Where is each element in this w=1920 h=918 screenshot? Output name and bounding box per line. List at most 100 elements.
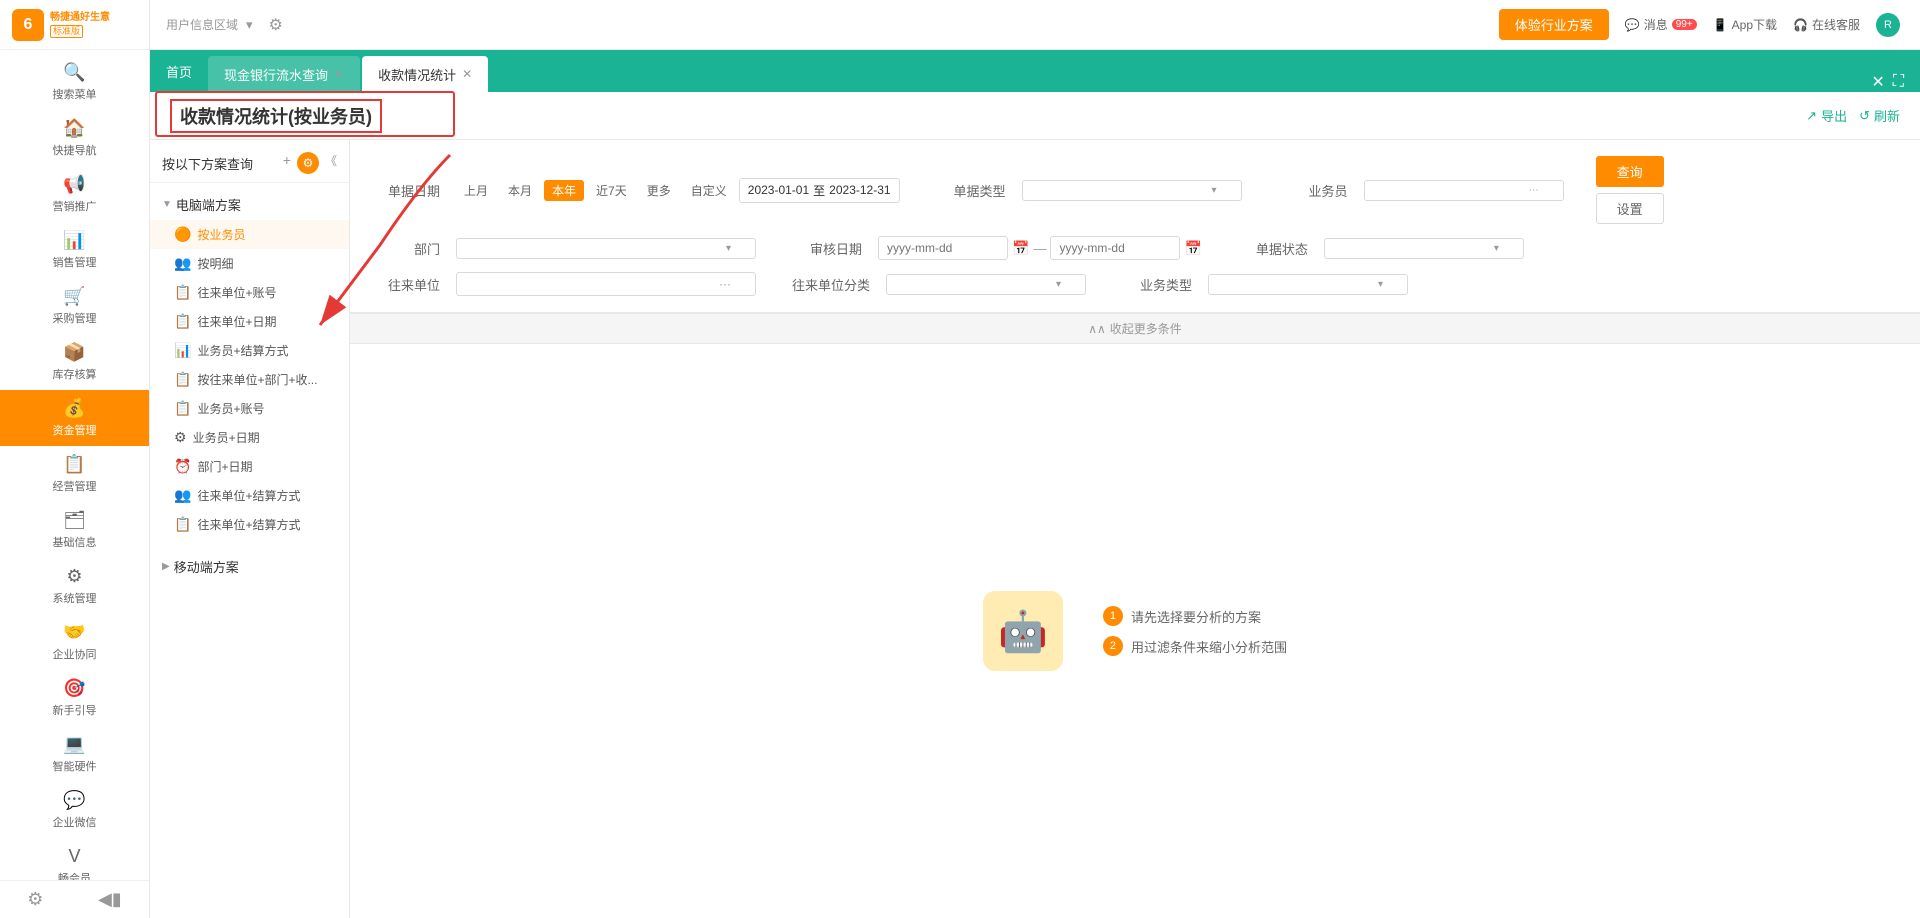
scheme-active-icon: 🟠 — [174, 226, 191, 243]
logo-area: 6 畅捷通好生意 标准版 — [0, 0, 149, 50]
scheme-dept-date[interactable]: ⏰ 部门+日期 — [150, 452, 349, 481]
mobile-section-label: 移动端方案 — [174, 557, 239, 576]
partner-label: 往来单位 — [370, 275, 440, 294]
sidebar-item-newguide[interactable]: 🎯 新手引导 — [0, 670, 149, 726]
online-service-btn[interactable]: 🎧 在线客服 — [1793, 16, 1860, 33]
doc-type-label: 单据类型 — [936, 181, 1006, 200]
empty-steps: 1 请先选择要分析的方案 2 用过滤条件来缩小分析范围 — [1103, 606, 1287, 656]
scheme-partner-date[interactable]: 📋 往来单位+日期 — [150, 307, 349, 336]
mobile-section-header[interactable]: ▶ 移动端方案 — [150, 551, 349, 582]
operation-icon: 📋 — [63, 454, 85, 475]
doc-status-label: 单据状态 — [1238, 239, 1308, 258]
biz-type-select[interactable]: ▾ — [1208, 274, 1408, 295]
partner-more-btn[interactable]: ··· — [719, 277, 731, 291]
header-dropdown-btn[interactable]: ▾ — [246, 17, 253, 33]
partner-type-select[interactable]: ▾ — [886, 274, 1086, 295]
date-tab-lastmonth[interactable]: 上月 — [456, 180, 496, 201]
salesman-label: 业务员 — [1278, 181, 1348, 200]
trial-btn[interactable]: 体验行业方案 — [1499, 9, 1609, 40]
scheme-partner-account[interactable]: 📋 往来单位+账号 — [150, 278, 349, 307]
date-tab-thismonth[interactable]: 本月 — [500, 180, 540, 201]
tab-bank-query[interactable]: 现金银行流水查询 ✕ — [208, 56, 360, 92]
date-tab-thisyear[interactable]: 本年 — [544, 180, 584, 201]
sidebar-item-sales[interactable]: 📊 销售管理 — [0, 222, 149, 278]
sidebar-item-inventory[interactable]: 📦 库存核算 — [0, 334, 149, 390]
scheme-settings-btn[interactable]: ⚙ — [297, 152, 319, 174]
sidebar-nav: 🔍 搜索菜单 🏠 快捷导航 📢 营销推广 📊 销售管理 🛒 采购管理 📦 库存核… — [0, 50, 149, 880]
scheme-salesman-settlement[interactable]: 📊 业务员+结算方式 — [150, 336, 349, 365]
dept-select[interactable]: ▾ — [456, 238, 756, 259]
collapse-bar[interactable]: ∧∧ 收起更多条件 — [350, 313, 1920, 344]
audit-date-label: 审核日期 — [792, 239, 862, 258]
sidebar-item-member[interactable]: V 畅会员 — [0, 838, 149, 880]
date-tab-7days[interactable]: 近7天 — [588, 180, 635, 201]
dept-label: 部门 — [370, 239, 440, 258]
scheme-salesman-date[interactable]: ⚙ 业务员+日期 — [150, 423, 349, 452]
app-download-btn[interactable]: 📱 App下载 — [1713, 16, 1777, 33]
tab-close-bank[interactable]: ✕ — [334, 67, 344, 81]
refresh-icon: ↺ — [1859, 108, 1870, 124]
sidebar-settings-btn[interactable]: ⚙ — [27, 889, 43, 910]
doc-type-select[interactable]: ▾ — [1022, 180, 1242, 201]
query-btn[interactable]: 查询 — [1596, 156, 1664, 187]
audit-date-from-calendar-icon[interactable]: 📅 — [1012, 240, 1029, 257]
sidebar-item-enterprise[interactable]: 🤝 企业协同 — [0, 614, 149, 670]
message-btn[interactable]: 💬 消息 99+ — [1625, 16, 1697, 33]
scheme-salesman-account[interactable]: 📋 业务员+账号 — [150, 394, 349, 423]
sidebar-item-marketing[interactable]: 📢 营销推广 — [0, 166, 149, 222]
partner-select[interactable]: ··· — [456, 272, 756, 296]
sidebar-item-operation[interactable]: 📋 经营管理 — [0, 446, 149, 502]
scheme-partner-dept-collection[interactable]: 📋 按往来单位+部门+收... — [150, 365, 349, 394]
tab-bar-close-all-btn[interactable]: ✕ — [1871, 72, 1884, 92]
sidebar-item-system[interactable]: ⚙ 系统管理 — [0, 558, 149, 614]
date-to: 2023-12-31 — [829, 183, 890, 197]
partner-type-label: 往来单位分类 — [792, 275, 870, 294]
sidebar-item-basic[interactable]: 🗂 基础信息 — [0, 502, 149, 558]
header-settings-icon[interactable]: ⚙ — [269, 15, 283, 35]
export-btn[interactable]: ↗ 导出 — [1806, 106, 1847, 125]
scheme-sd-icon: ⚙ — [174, 429, 187, 446]
audit-date-from[interactable] — [878, 236, 1008, 260]
newguide-icon: 🎯 — [63, 678, 85, 699]
sidebar-item-finance[interactable]: 💰 资金管理 — [0, 390, 149, 446]
panel-collapse-btn[interactable]: 《 — [325, 152, 337, 174]
sales-icon: 📊 — [63, 230, 85, 251]
purchase-icon: 🛒 — [63, 286, 85, 307]
biz-type-label: 业务类型 — [1122, 275, 1192, 294]
sidebar-item-purchase[interactable]: 🛒 采购管理 — [0, 278, 149, 334]
user-name-display[interactable]: R — [1876, 13, 1904, 37]
date-tab-more[interactable]: 更多 — [639, 180, 679, 201]
tab-collection-stats[interactable]: 收款情况统计 ✕ — [362, 56, 488, 92]
system-icon: ⚙ — [66, 566, 82, 587]
mobile-tree-arrow: ▶ — [162, 561, 170, 572]
tab-home[interactable]: 首页 — [150, 50, 208, 92]
doc-status-select[interactable]: ▾ — [1324, 238, 1524, 259]
tab-bar-maximize-btn[interactable]: ⛶ — [1893, 73, 1904, 91]
sidebar-item-search[interactable]: 🔍 搜索菜单 — [0, 54, 149, 110]
sidebar-footer: ⚙ ◀▮ — [0, 880, 149, 918]
sidebar-item-quicknav[interactable]: 🏠 快捷导航 — [0, 110, 149, 166]
sidebar-item-wechat[interactable]: 💬 企业微信 — [0, 782, 149, 838]
salesman-select[interactable]: ⋯ — [1364, 180, 1564, 201]
marketing-icon: 📢 — [63, 174, 85, 195]
empty-step-2: 2 用过滤条件来缩小分析范围 — [1103, 636, 1287, 656]
doc-type-dropdown-icon: ▾ — [1212, 185, 1217, 196]
date-tabs: 上月 本月 本年 近7天 更多 自定义 — [456, 180, 735, 201]
service-icon: 🎧 — [1793, 18, 1808, 32]
add-scheme-btn[interactable]: + — [283, 152, 291, 174]
audit-date-to-calendar-icon[interactable]: 📅 — [1184, 240, 1201, 257]
scheme-partner-settlement-1[interactable]: 👥 往来单位+结算方式 — [150, 481, 349, 510]
sidebar-collapse-btn[interactable]: ◀▮ — [98, 889, 122, 910]
date-tab-custom[interactable]: 自定义 — [683, 180, 735, 201]
scheme-by-salesman[interactable]: 🟠 按业务员 — [150, 220, 349, 249]
filter-settings-btn[interactable]: 设置 — [1596, 193, 1664, 224]
scheme-by-detail[interactable]: 👥 按明细 — [150, 249, 349, 278]
scheme-partner-settlement-2[interactable]: 📋 往来单位+结算方式 — [150, 510, 349, 539]
desktop-section-header[interactable]: ▼ 电脑端方案 — [150, 189, 349, 220]
sidebar-item-hardware[interactable]: 💻 智能硬件 — [0, 726, 149, 782]
tab-close-collection[interactable]: ✕ — [462, 67, 472, 81]
refresh-btn[interactable]: ↺ 刷新 — [1859, 106, 1900, 125]
step-num-1: 1 — [1103, 606, 1123, 626]
scheme-sa-icon: 📋 — [174, 400, 191, 417]
audit-date-to[interactable] — [1050, 236, 1180, 260]
